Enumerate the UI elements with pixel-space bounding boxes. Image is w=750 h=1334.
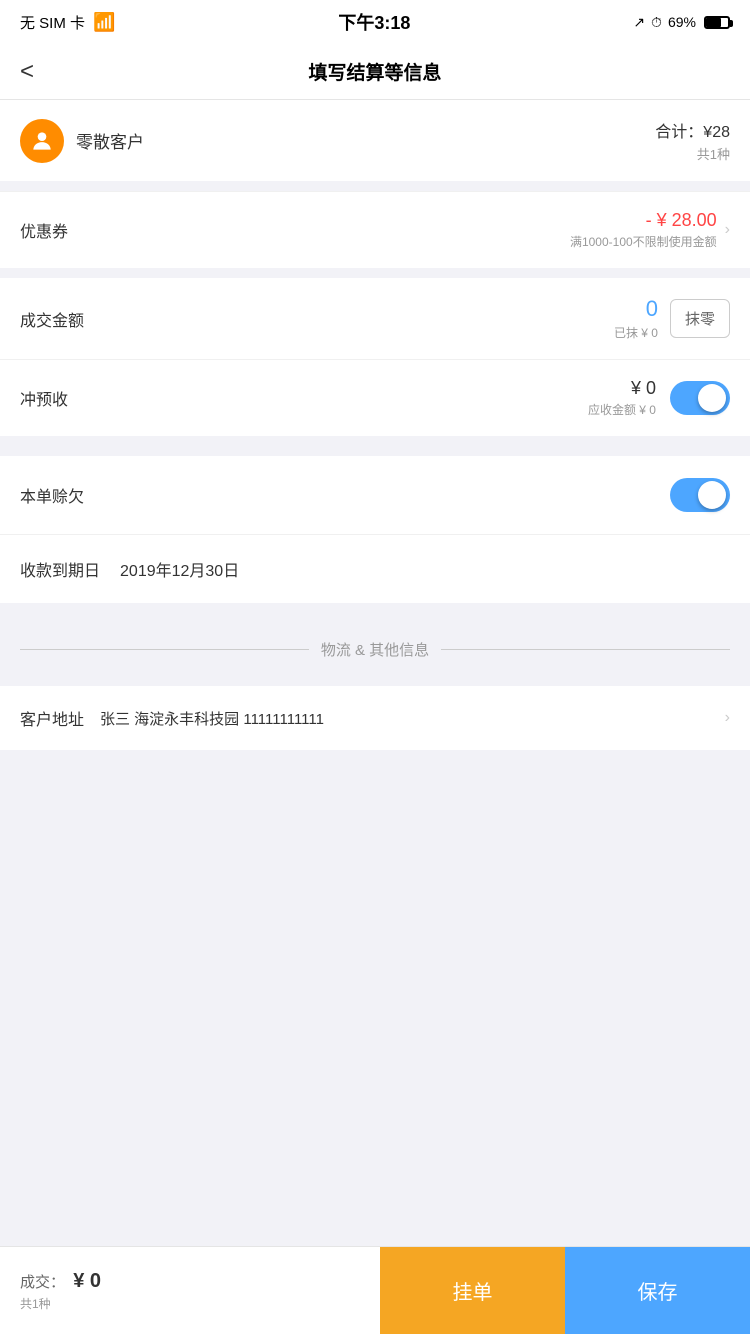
customer-section: 零散客户 合计：¥28 共1种 [0, 100, 750, 181]
bottom-deal-label: 成交： [20, 1274, 65, 1291]
coupon-chevron-icon: › [725, 221, 730, 239]
due-date-value: 2019年12月30日 [120, 557, 239, 581]
address-row[interactable]: 客户地址 张三 海淀永丰科技园 11111111111 › [0, 686, 750, 750]
logistics-title: 物流 & 其他信息 [321, 639, 429, 660]
bottom-deal-row: 成交： ¥ 0 [20, 1270, 360, 1293]
back-button[interactable]: < [20, 58, 34, 86]
nav-bar: < 填写结算等信息 [0, 44, 750, 100]
section-divider-2 [0, 446, 750, 456]
advance-sub-value: 应收金额 ¥ 0 [588, 401, 656, 418]
transaction-row: 成交金额 0 已抹 ¥ 0 抹零 [0, 278, 750, 360]
main-content: 零散客户 合计：¥28 共1种 优惠券 - ¥ 28.00 满1000-100不… [0, 100, 750, 1040]
coupon-row[interactable]: 优惠券 - ¥ 28.00 满1000-100不限制使用金额 › [0, 191, 750, 268]
advance-main-value: ¥ 0 [588, 378, 656, 399]
page-title: 填写结算等信息 [308, 58, 441, 85]
logistics-header: 物流 & 其他信息 [0, 623, 750, 676]
transaction-label: 成交金额 [20, 307, 84, 331]
transaction-sub: 已抹 ¥ 0 [614, 324, 658, 341]
status-right: ↗ ⏱ 69% [633, 14, 730, 31]
address-value: 张三 海淀永丰科技园 11111111111 [100, 708, 725, 729]
debt-label: 本单赊欠 [20, 483, 84, 507]
due-date-label: 收款到期日 [20, 557, 100, 581]
customer-name: 零散客户 [76, 128, 144, 153]
location-icon: ↗ [633, 14, 645, 31]
battery-icon [704, 16, 730, 29]
transaction-value: 0 [614, 296, 658, 322]
debt-section: 本单赊欠 [0, 456, 750, 534]
empty-space [0, 750, 750, 950]
advance-toggle-knob [698, 384, 726, 412]
status-bar: 无 SIM 卡 📶 下午3:18 ↗ ⏱ 69% [0, 0, 750, 44]
address-label: 客户地址 [20, 706, 84, 730]
coupon-desc: 满1000-100不限制使用金额 [570, 233, 717, 250]
alarm-icon: ⏱ [651, 14, 662, 31]
status-left: 无 SIM 卡 📶 [20, 12, 115, 33]
form-section-1: 成交金额 0 已抹 ¥ 0 抹零 冲预收 ¥ 0 应收金额 ¥ 0 [0, 278, 750, 436]
coupon-label: 优惠券 [20, 218, 68, 242]
section-divider-1 [0, 268, 750, 278]
due-date-row: 收款到期日 2019年12月30日 [0, 534, 750, 603]
save-button[interactable]: 保存 [565, 1247, 750, 1334]
user-icon [29, 128, 55, 154]
bottom-deal-amount: ¥ 0 [73, 1270, 101, 1292]
due-date-section: 收款到期日 2019年12月30日 [0, 534, 750, 603]
advance-row: 冲预收 ¥ 0 应收金额 ¥ 0 [0, 360, 750, 436]
transaction-value-area: 0 已抹 ¥ 0 抹零 [614, 296, 730, 341]
time-label: 下午3:18 [338, 9, 410, 35]
round-button[interactable]: 抹零 [670, 299, 730, 338]
customer-total: 合计：¥28 [655, 118, 730, 142]
advance-value-area: ¥ 0 应收金额 ¥ 0 [588, 378, 730, 418]
logistics-section: 物流 & 其他信息 [0, 623, 750, 676]
battery-percent: 69% [668, 14, 696, 30]
coupon-amount: - ¥ 28.00 [570, 210, 717, 231]
customer-avatar [20, 119, 64, 163]
pending-button[interactable]: 挂单 [380, 1247, 565, 1334]
carrier-label: 无 SIM 卡 [20, 12, 85, 33]
advance-label: 冲预收 [20, 386, 68, 410]
bottom-info: 成交： ¥ 0 共1种 [0, 1270, 380, 1312]
coupon-right: - ¥ 28.00 满1000-100不限制使用金额 › [570, 210, 730, 250]
debt-toggle-knob [698, 481, 726, 509]
address-chevron-icon: › [725, 709, 730, 727]
transaction-value-block: 0 已抹 ¥ 0 [614, 296, 658, 341]
coupon-value-area: - ¥ 28.00 满1000-100不限制使用金额 [570, 210, 717, 250]
bottom-bar: 成交： ¥ 0 共1种 挂单 保存 [0, 1246, 750, 1334]
customer-right: 合计：¥28 共1种 [655, 118, 730, 163]
customer-count: 共1种 [655, 144, 730, 163]
logistics-line-right [441, 649, 730, 650]
advance-nums: ¥ 0 应收金额 ¥ 0 [588, 378, 656, 418]
customer-left: 零散客户 [20, 119, 144, 163]
debt-toggle[interactable] [670, 478, 730, 512]
bottom-count: 共1种 [20, 1295, 360, 1312]
advance-toggle[interactable] [670, 381, 730, 415]
wifi-icon: 📶 [93, 12, 115, 33]
section-divider-3 [0, 613, 750, 623]
logistics-line-left [20, 649, 309, 650]
